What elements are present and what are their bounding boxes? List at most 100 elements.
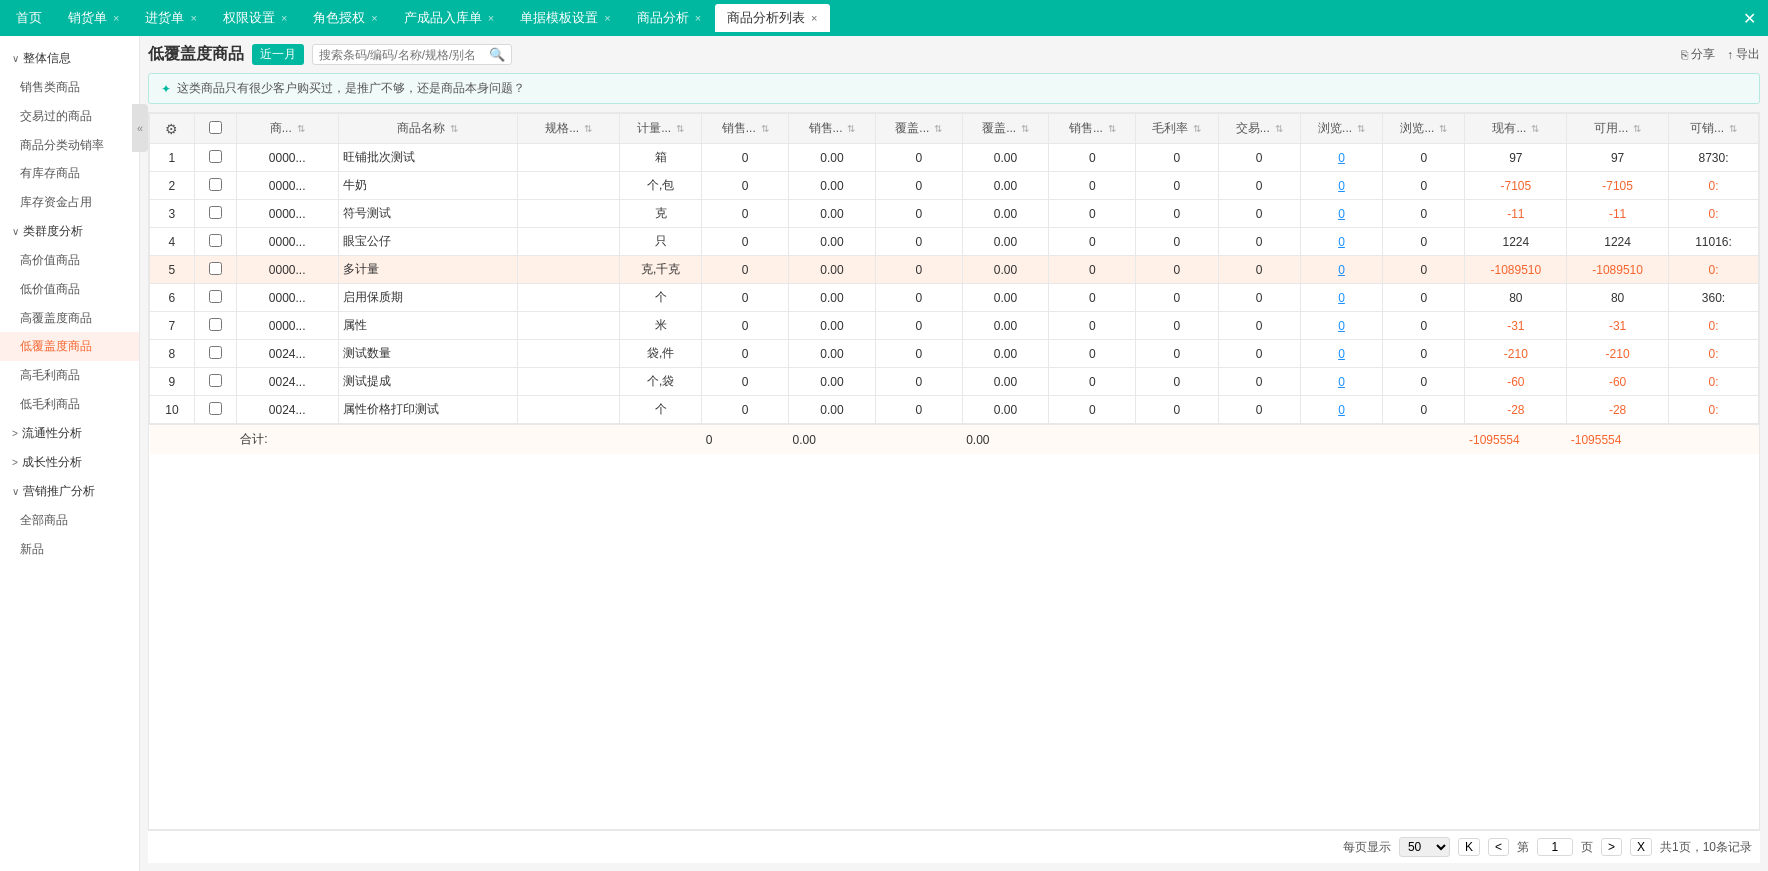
sort-icon-code[interactable]: ⇅ (294, 123, 305, 134)
data-table-container[interactable]: ⚙商... ⇅商品名称 ⇅规格... ⇅计量... ⇅销售... ⇅销售... … (148, 112, 1760, 830)
col-header-browse1[interactable]: 浏览... ⇅ (1300, 114, 1382, 144)
col-header-cover1[interactable]: 覆盖... ⇅ (875, 114, 962, 144)
nav-tab-单据模板设置[interactable]: 单据模板设置 × (508, 4, 622, 32)
tab-close-icon[interactable]: × (695, 12, 701, 24)
tab-close-icon[interactable]: × (113, 12, 119, 24)
sidebar-section-整体信息[interactable]: ∨整体信息 (0, 44, 139, 73)
col-header-sales_qty[interactable]: 销售... ⇅ (702, 114, 789, 144)
sort-icon-avail[interactable]: ⇅ (1630, 123, 1641, 134)
sort-icon-sales_qty[interactable]: ⇅ (758, 123, 769, 134)
search-icon[interactable]: 🔍 (489, 47, 505, 62)
sort-icon-sales_amt[interactable]: ⇅ (845, 123, 856, 134)
col-header-spec[interactable]: 规格... ⇅ (518, 114, 620, 144)
sidebar-section-成长性分析[interactable]: >成长性分析 (0, 448, 139, 477)
tab-close-icon[interactable]: × (190, 12, 196, 24)
sort-icon-saleable[interactable]: ⇅ (1726, 123, 1737, 134)
page-size-select[interactable]: 50 20 100 (1399, 837, 1450, 857)
row-checkbox[interactable] (209, 262, 222, 275)
tab-close-icon[interactable]: × (488, 12, 494, 24)
cell-check[interactable] (194, 144, 236, 172)
row-checkbox[interactable] (209, 374, 222, 387)
tab-close-icon[interactable]: × (371, 12, 377, 24)
sort-icon-current[interactable]: ⇅ (1528, 123, 1539, 134)
col-header-settings[interactable]: ⚙ (150, 114, 195, 144)
sidebar-section-流通性分析[interactable]: >流通性分析 (0, 419, 139, 448)
col-header-saleable[interactable]: 可销... ⇅ (1669, 114, 1759, 144)
nav-tab-销货单[interactable]: 销货单 × (56, 4, 131, 32)
sort-icon-name[interactable]: ⇅ (447, 123, 458, 134)
sort-icon-cover2[interactable]: ⇅ (1018, 123, 1029, 134)
tab-close-icon[interactable]: × (604, 12, 610, 24)
col-header-browse2[interactable]: 浏览... ⇅ (1383, 114, 1465, 144)
nav-tab-进货单[interactable]: 进货单 × (133, 4, 208, 32)
share-button[interactable]: ⎘ 分享 (1681, 46, 1715, 63)
first-page-button[interactable]: K (1458, 838, 1480, 856)
cell-check[interactable] (194, 256, 236, 284)
sidebar-item-低毛利商品[interactable]: 低毛利商品 (0, 390, 139, 419)
sort-icon-unit[interactable]: ⇅ (673, 123, 684, 134)
nav-tab-首页[interactable]: 首页 (4, 4, 54, 32)
row-checkbox[interactable] (209, 150, 222, 163)
page-number-input[interactable] (1537, 838, 1573, 856)
cell-check[interactable] (194, 200, 236, 228)
sidebar-item-低价值商品[interactable]: 低价值商品 (0, 275, 139, 304)
sort-icon-gross[interactable]: ⇅ (1190, 123, 1201, 134)
cell-check[interactable] (194, 368, 236, 396)
sidebar-item-低覆盖度商品[interactable]: 低覆盖度商品 (0, 332, 139, 361)
sidebar-item-商品分类动销率[interactable]: 商品分类动销率 (0, 131, 139, 160)
nav-tab-权限设置[interactable]: 权限设置 × (211, 4, 299, 32)
row-checkbox[interactable] (209, 290, 222, 303)
col-header-check[interactable] (194, 114, 236, 144)
sort-icon-browse1[interactable]: ⇅ (1354, 123, 1365, 134)
sidebar-item-销售类商品[interactable]: 销售类商品 (0, 73, 139, 102)
select-all-checkbox[interactable] (209, 121, 222, 134)
col-header-cover2[interactable]: 覆盖... ⇅ (962, 114, 1049, 144)
col-header-code[interactable]: 商... ⇅ (236, 114, 338, 144)
cell-check[interactable] (194, 340, 236, 368)
sort-icon-cover1[interactable]: ⇅ (931, 123, 942, 134)
cell-check[interactable] (194, 228, 236, 256)
sort-icon-sales3[interactable]: ⇅ (1105, 123, 1116, 134)
sort-icon-trans[interactable]: ⇅ (1272, 123, 1283, 134)
row-checkbox[interactable] (209, 206, 222, 219)
search-input[interactable] (319, 48, 489, 62)
row-checkbox[interactable] (209, 234, 222, 247)
sort-icon-spec[interactable]: ⇅ (581, 123, 592, 134)
col-header-sales3[interactable]: 销售... ⇅ (1049, 114, 1136, 144)
cell-check[interactable] (194, 312, 236, 340)
sidebar-item-高毛利商品[interactable]: 高毛利商品 (0, 361, 139, 390)
nav-tab-商品分析列表[interactable]: 商品分析列表 × (715, 4, 829, 32)
sidebar-section-营销推广分析[interactable]: ∨营销推广分析 (0, 477, 139, 506)
col-header-name[interactable]: 商品名称 ⇅ (338, 114, 518, 144)
period-button[interactable]: 近一月 (252, 44, 304, 65)
nav-tab-产成品入库单[interactable]: 产成品入库单 × (392, 4, 506, 32)
sidebar-item-库存资金占用[interactable]: 库存资金占用 (0, 188, 139, 217)
prev-page-button[interactable]: < (1488, 838, 1509, 856)
col-header-current[interactable]: 现有... ⇅ (1465, 114, 1567, 144)
col-header-gross[interactable]: 毛利率 ⇅ (1136, 114, 1218, 144)
cell-check[interactable] (194, 172, 236, 200)
sidebar-item-新品[interactable]: 新品 (0, 535, 139, 564)
last-page-button[interactable]: X (1630, 838, 1652, 856)
sidebar-item-交易过的商品[interactable]: 交易过的商品 (0, 102, 139, 131)
col-header-avail[interactable]: 可用... ⇅ (1567, 114, 1669, 144)
sidebar-item-有库存商品[interactable]: 有库存商品 (0, 159, 139, 188)
row-checkbox[interactable] (209, 346, 222, 359)
settings-icon[interactable]: ⚙ (165, 121, 178, 137)
row-checkbox[interactable] (209, 402, 222, 415)
nav-tab-角色授权[interactable]: 角色授权 × (301, 4, 389, 32)
sort-icon-browse2[interactable]: ⇅ (1436, 123, 1447, 134)
sidebar-item-全部商品[interactable]: 全部商品 (0, 506, 139, 535)
nav-tab-商品分析[interactable]: 商品分析 × (625, 4, 713, 32)
window-close-button[interactable]: ✕ (1735, 9, 1764, 28)
col-header-trans[interactable]: 交易... ⇅ (1218, 114, 1300, 144)
col-header-unit[interactable]: 计量... ⇅ (619, 114, 701, 144)
sidebar-item-高价值商品[interactable]: 高价值商品 (0, 246, 139, 275)
row-checkbox[interactable] (209, 318, 222, 331)
col-header-sales_amt[interactable]: 销售... ⇅ (789, 114, 876, 144)
tab-close-icon[interactable]: × (811, 12, 817, 24)
tab-close-icon[interactable]: × (281, 12, 287, 24)
cell-check[interactable] (194, 284, 236, 312)
sidebar-collapse-button[interactable]: « (132, 104, 148, 152)
sidebar-item-高覆盖度商品[interactable]: 高覆盖度商品 (0, 304, 139, 333)
